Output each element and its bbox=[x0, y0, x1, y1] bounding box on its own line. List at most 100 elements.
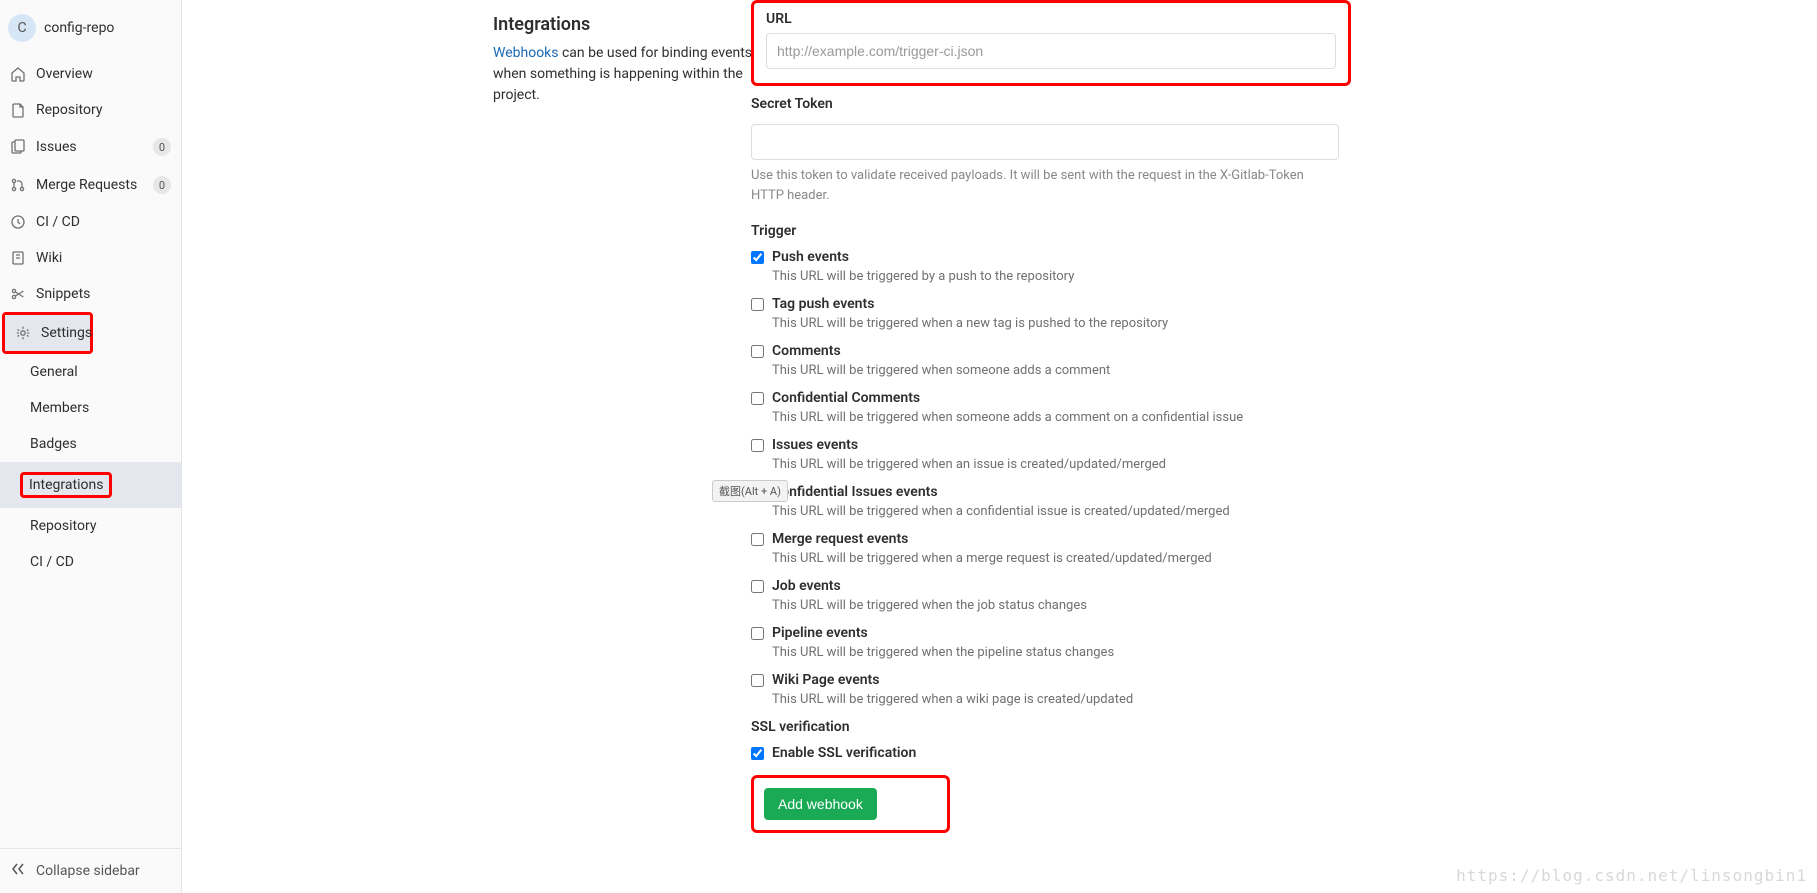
trigger-checkbox[interactable] bbox=[751, 298, 764, 311]
sidebar-item-label: General bbox=[30, 364, 78, 380]
url-input[interactable] bbox=[766, 33, 1336, 69]
sidebar-item-wiki[interactable]: Wiki bbox=[0, 240, 181, 276]
trigger-label: Tag push events bbox=[772, 296, 874, 312]
ssl-enable-label: Enable SSL verification bbox=[772, 745, 916, 761]
sidebar-item-repository[interactable]: Repository bbox=[0, 92, 181, 128]
sidebar-item-label: Wiki bbox=[36, 250, 62, 266]
sidebar-item-label: Issues bbox=[36, 139, 77, 155]
sidebar-item-label: Snippets bbox=[36, 286, 90, 302]
trigger-row: Issues events This URL will be triggered … bbox=[751, 437, 1351, 472]
trigger-row: Merge request eventsThis URL will be tri… bbox=[751, 531, 1351, 566]
sidebar-sub-badges[interactable]: Badges bbox=[0, 426, 181, 462]
sidebar-item-issues[interactable]: Issues 0 bbox=[0, 128, 181, 166]
trigger-option[interactable]: Merge request events bbox=[751, 531, 1351, 547]
trigger-description: This URL will be triggered by a push to … bbox=[772, 269, 1351, 284]
trigger-label: Wiki Page events bbox=[772, 672, 879, 688]
watermark: https://blog.csdn.net/linsongbin1 bbox=[1456, 866, 1807, 885]
ssl-enable-row[interactable]: Enable SSL verification bbox=[751, 745, 1351, 761]
book-icon bbox=[10, 250, 26, 266]
sidebar-item-snippets[interactable]: Snippets bbox=[0, 276, 181, 312]
trigger-checkbox[interactable] bbox=[751, 674, 764, 687]
sidebar-item-label: CI / CD bbox=[30, 554, 74, 570]
trigger-description: This URL will be triggered when an issue… bbox=[772, 457, 1351, 472]
sidebar-item-label: Members bbox=[30, 400, 89, 416]
collapse-sidebar[interactable]: Collapse sidebar bbox=[0, 848, 181, 893]
trigger-label: Confidential Comments bbox=[772, 390, 920, 406]
trigger-option[interactable]: Issues events bbox=[751, 437, 1351, 453]
section-info: Integrations Webhooks can be used for bi… bbox=[493, 14, 753, 106]
sidebar-item-label: Repository bbox=[36, 102, 102, 118]
webhooks-link[interactable]: Webhooks bbox=[493, 45, 559, 61]
trigger-description: This URL will be triggered when someone … bbox=[772, 363, 1351, 378]
url-field-group: URL bbox=[751, 0, 1351, 86]
trigger-row: Confidential CommentsThis URL will be tr… bbox=[751, 390, 1351, 425]
trigger-option[interactable]: Push events bbox=[751, 249, 1351, 265]
trigger-group: Trigger Push events This URL will be trig… bbox=[751, 223, 1351, 707]
trigger-checkbox[interactable] bbox=[751, 533, 764, 546]
trigger-option[interactable]: Pipeline events bbox=[751, 625, 1351, 641]
project-avatar: C bbox=[8, 14, 36, 42]
trigger-label: Merge request events bbox=[772, 531, 908, 547]
trigger-checkbox[interactable] bbox=[751, 251, 764, 264]
trigger-label: Issues events bbox=[772, 437, 858, 453]
merge-icon bbox=[10, 177, 26, 193]
token-input[interactable] bbox=[751, 124, 1339, 160]
trigger-option[interactable]: Confidential Issues events bbox=[751, 484, 1351, 500]
trigger-description: This URL will be triggered when the pipe… bbox=[772, 645, 1351, 660]
main-content: Integrations Webhooks can be used for bi… bbox=[493, 0, 1593, 14]
sidebar-item-cicd[interactable]: CI / CD bbox=[0, 204, 181, 240]
sidebar-sub-repository[interactable]: Repository bbox=[0, 508, 181, 544]
sidebar-sub-cicd[interactable]: CI / CD bbox=[0, 544, 181, 580]
trigger-label: Push events bbox=[772, 249, 849, 265]
ssl-label: SSL verification bbox=[751, 719, 1351, 735]
sidebar-sub-members[interactable]: Members bbox=[0, 390, 181, 426]
sidebar-item-merge-requests[interactable]: Merge Requests 0 bbox=[0, 166, 181, 204]
trigger-row: Confidential Issues events This URL will … bbox=[751, 484, 1351, 519]
section-description: Webhooks can be used for binding events … bbox=[493, 43, 753, 106]
token-label: Secret Token bbox=[751, 96, 1339, 112]
sidebar-item-label: CI / CD bbox=[36, 214, 80, 230]
trigger-option[interactable]: Confidential Comments bbox=[751, 390, 1351, 406]
trigger-option[interactable]: Tag push events bbox=[751, 296, 1351, 312]
gear-icon bbox=[15, 325, 31, 341]
trigger-row: Tag push eventsThis URL will be triggere… bbox=[751, 296, 1351, 331]
scissors-icon bbox=[10, 286, 26, 302]
trigger-option[interactable]: Job events bbox=[751, 578, 1351, 594]
trigger-description: This URL will be triggered when a confid… bbox=[772, 504, 1351, 519]
add-webhook-button[interactable]: Add webhook bbox=[764, 788, 877, 820]
sidebar-item-settings[interactable]: Settings bbox=[5, 315, 90, 351]
sidebar-sub-general[interactable]: General bbox=[0, 354, 181, 390]
trigger-label: Job events bbox=[772, 578, 841, 594]
trigger-option[interactable]: Wiki Page events bbox=[751, 672, 1351, 688]
trigger-label: Pipeline events bbox=[772, 625, 868, 641]
trigger-checkbox[interactable] bbox=[751, 439, 764, 452]
trigger-label: Confidential Issues events bbox=[772, 484, 938, 500]
trigger-label: Trigger bbox=[751, 223, 1351, 239]
sidebar-item-label: Merge Requests bbox=[36, 177, 137, 193]
trigger-checkbox[interactable] bbox=[751, 345, 764, 358]
trigger-description: This URL will be triggered when a wiki p… bbox=[772, 692, 1351, 707]
sidebar-sub-integrations[interactable]: Integrations bbox=[0, 462, 181, 508]
issue-icon bbox=[10, 139, 26, 155]
sidebar-item-label: Integrations bbox=[29, 477, 103, 493]
trigger-checkbox[interactable] bbox=[751, 627, 764, 640]
settings-subnav: General Members Badges Integrations Repo… bbox=[0, 354, 181, 580]
webhook-form: URL Secret Token Use this token to valid… bbox=[751, 0, 1351, 833]
ssl-group: SSL verification Enable SSL verification bbox=[751, 719, 1351, 761]
section-title: Integrations bbox=[493, 14, 753, 35]
sidebar-item-overview[interactable]: Overview bbox=[0, 56, 181, 92]
ssl-enable-checkbox[interactable] bbox=[751, 747, 764, 760]
sidebar-header: C config-repo bbox=[0, 0, 181, 56]
trigger-option[interactable]: Comments bbox=[751, 343, 1351, 359]
mr-count-badge: 0 bbox=[153, 176, 171, 194]
trigger-row: Push events This URL will be triggered by… bbox=[751, 249, 1351, 284]
trigger-row: Comments This URL will be triggered when … bbox=[751, 343, 1351, 378]
sidebar: C config-repo Overview Repository Issues… bbox=[0, 0, 182, 893]
issues-count-badge: 0 bbox=[153, 138, 171, 156]
add-webhook-highlight: Add webhook bbox=[751, 775, 950, 833]
trigger-row: Job eventsThis URL will be triggered whe… bbox=[751, 578, 1351, 613]
chevron-left-icon bbox=[10, 861, 26, 881]
trigger-checkbox[interactable] bbox=[751, 392, 764, 405]
file-icon bbox=[10, 102, 26, 118]
trigger-checkbox[interactable] bbox=[751, 580, 764, 593]
